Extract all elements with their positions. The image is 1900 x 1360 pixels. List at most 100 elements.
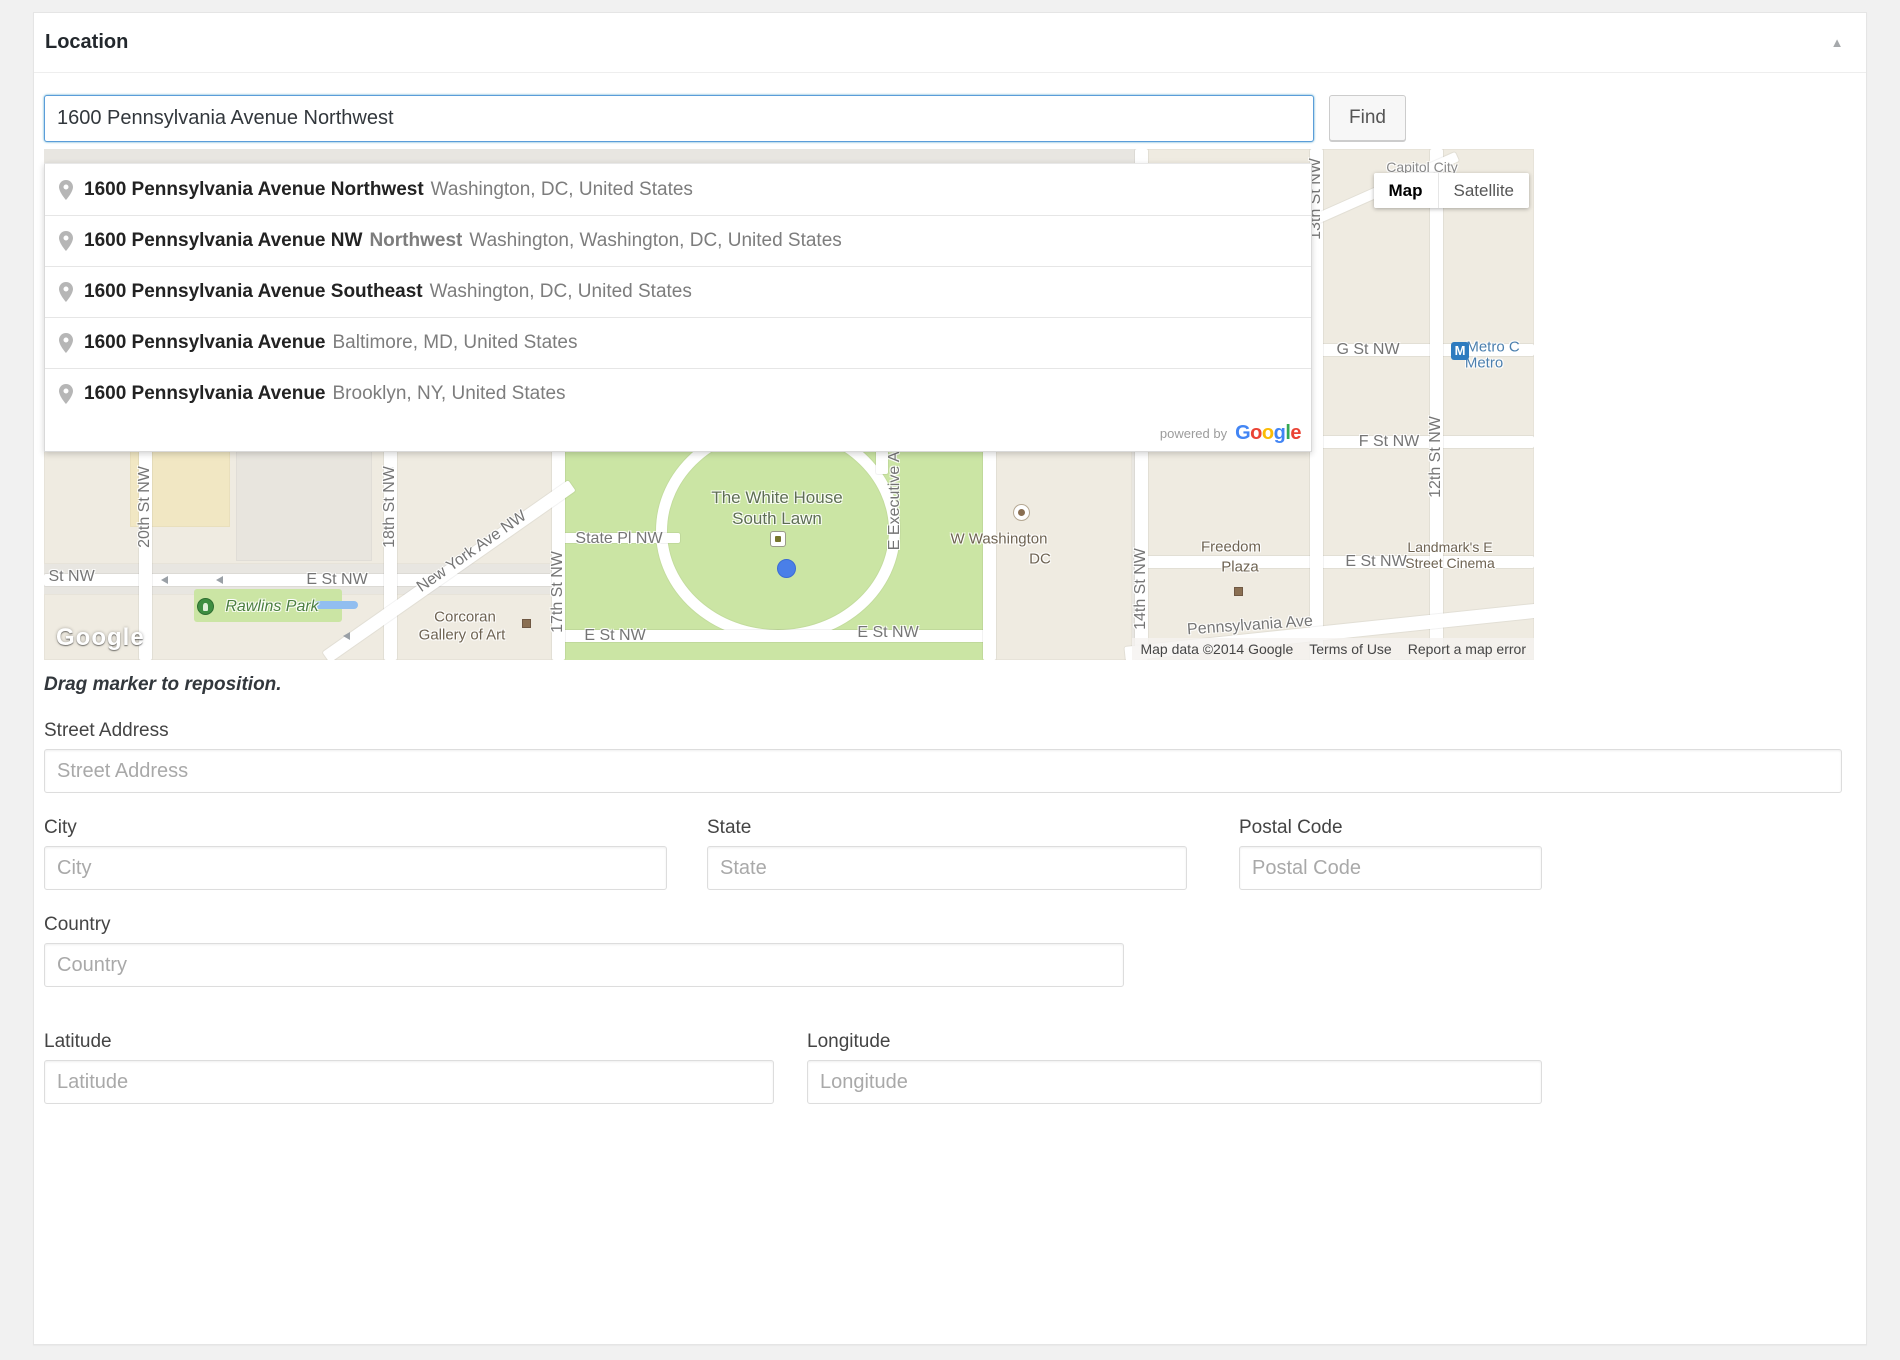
poi-label: W Washington xyxy=(951,531,1048,548)
street-label: E St NW xyxy=(857,624,918,642)
street-label: 20th St NW xyxy=(136,466,154,548)
state-label: State xyxy=(707,817,1187,839)
postal-code-input[interactable] xyxy=(1239,846,1542,890)
poi-label: Street Cinema xyxy=(1405,555,1494,571)
suggestion-item[interactable]: 1600 Pennsylvania Avenue Baltimore, MD, … xyxy=(45,317,1311,368)
transit-label: Metro C xyxy=(1466,339,1519,356)
street-label: 14th St NW xyxy=(1132,548,1150,630)
map-copyright: Map data ©2014 Google xyxy=(1140,641,1293,657)
longitude-field: Longitude xyxy=(807,987,1542,1104)
city-label: City xyxy=(44,817,667,839)
map-pin-icon xyxy=(59,231,73,251)
city-block xyxy=(236,451,372,561)
map-pin-icon xyxy=(59,384,73,404)
street-label: F St NW xyxy=(1359,433,1419,451)
poi-label: Plaza xyxy=(1221,559,1259,576)
road xyxy=(44,574,552,586)
street-label: E St NW xyxy=(584,627,645,645)
terms-of-use-link[interactable]: Terms of Use xyxy=(1309,641,1391,657)
country-input[interactable] xyxy=(44,943,1124,987)
park-label: South Lawn xyxy=(732,509,822,529)
street-address-label: Street Address xyxy=(44,720,1842,742)
powered-by-text: powered by xyxy=(1160,426,1227,441)
transit-label: Metro xyxy=(1465,355,1503,372)
street-label: E St NW xyxy=(1345,553,1406,571)
park-label: Rawlins Park xyxy=(225,598,318,616)
latitude-input[interactable] xyxy=(44,1060,774,1104)
state-field: State xyxy=(707,793,1187,890)
google-watermark-logo[interactable]: Google xyxy=(56,624,145,652)
location-marker[interactable] xyxy=(777,559,796,578)
street-label: E St NW xyxy=(306,571,367,589)
state-input[interactable] xyxy=(707,846,1187,890)
page-title: Location xyxy=(45,31,128,54)
road-arrow-icon xyxy=(343,632,350,640)
museum-poi-icon xyxy=(522,619,531,628)
road-arrow-icon xyxy=(216,576,223,584)
suggestion-secondary: Brooklyn, NY, United States xyxy=(333,383,566,405)
pond xyxy=(314,601,358,609)
suggestion-item[interactable]: 1600 Pennsylvania Avenue Brooklyn, NY, U… xyxy=(45,368,1311,419)
map-attribution: Map data ©2014 Google Terms of Use Repor… xyxy=(1132,638,1534,660)
map-type-control: Map Satellite xyxy=(1374,173,1529,208)
street-label: State Pl NW xyxy=(575,530,662,548)
latitude-field: Latitude xyxy=(44,987,774,1104)
poi-label: Freedom xyxy=(1201,539,1261,556)
suggestion-main: 1600 Pennsylvania Avenue NW xyxy=(84,230,362,252)
find-button[interactable]: Find xyxy=(1329,95,1406,141)
powered-by-google: powered by Google xyxy=(45,419,1311,451)
address-search-row: Find xyxy=(44,95,1856,142)
street-address-field: Street Address xyxy=(44,720,1842,793)
street-address-input[interactable] xyxy=(44,749,1842,793)
longitude-input[interactable] xyxy=(807,1060,1542,1104)
postal-code-label: Postal Code xyxy=(1239,817,1542,839)
map-pin-icon xyxy=(59,180,73,200)
collapse-toggle-icon[interactable]: ▲ xyxy=(1822,28,1852,58)
city-input[interactable] xyxy=(44,846,667,890)
longitude-label: Longitude xyxy=(807,1031,1542,1053)
street-label: 12th St NW xyxy=(1427,416,1445,498)
map-type-satellite-button[interactable]: Satellite xyxy=(1438,173,1529,208)
city-field: City xyxy=(44,793,667,890)
suggestion-secondary: Washington, Washington, DC, United State… xyxy=(469,230,841,252)
location-metabox: Location ▲ Find xyxy=(33,12,1867,1345)
suggestion-secondary: Washington, DC, United States xyxy=(431,179,693,201)
suggestion-main: 1600 Pennsylvania Avenue xyxy=(84,332,326,354)
poi-label: Gallery of Art xyxy=(419,627,506,644)
drag-marker-note: Drag marker to reposition. xyxy=(44,674,1856,696)
suggestion-item[interactable]: 1600 Pennsylvania Avenue Northwest Washi… xyxy=(45,164,1311,215)
metabox-header[interactable]: Location ▲ xyxy=(34,13,1866,73)
postal-code-field: Postal Code xyxy=(1239,793,1542,890)
poi-label: DC xyxy=(1029,551,1051,568)
country-label: Country xyxy=(44,914,1124,936)
map-pin-icon xyxy=(59,282,73,302)
suggestion-match: Northwest xyxy=(369,230,462,252)
road xyxy=(1430,149,1443,660)
park-tree-icon xyxy=(197,598,214,615)
white-house-icon xyxy=(770,531,786,547)
suggestion-item[interactable]: 1600 Pennsylvania Avenue Southeast Washi… xyxy=(45,266,1311,317)
suggestion-item[interactable]: 1600 Pennsylvania Avenue NW Northwest Wa… xyxy=(45,215,1311,266)
google-logo: Google xyxy=(1235,422,1301,445)
suggestion-main: 1600 Pennsylvania Avenue Southeast xyxy=(84,281,423,303)
poi-label: Landmark's E xyxy=(1407,539,1492,555)
street-label: 17th St NW xyxy=(549,551,567,633)
park-label: The White House xyxy=(711,488,842,508)
poi-label: Corcoran xyxy=(434,609,496,626)
map-type-map-button[interactable]: Map xyxy=(1374,173,1438,208)
road-arrow-icon xyxy=(161,576,168,584)
suggestion-main: 1600 Pennsylvania Avenue Northwest xyxy=(84,179,424,201)
country-field: Country xyxy=(44,914,1124,987)
street-label: 18th St NW xyxy=(381,466,399,548)
plaza-poi-icon xyxy=(1234,587,1243,596)
suggestion-secondary: Washington, DC, United States xyxy=(430,281,692,303)
street-label: E St NW xyxy=(44,568,95,586)
suggestion-main: 1600 Pennsylvania Avenue xyxy=(84,383,326,405)
street-label: G St NW xyxy=(1336,341,1399,359)
metro-station-icon: M xyxy=(1451,342,1469,360)
address-search-input[interactable] xyxy=(44,95,1314,142)
address-suggestions-dropdown: 1600 Pennsylvania Avenue Northwest Washi… xyxy=(44,163,1312,452)
report-map-error-link[interactable]: Report a map error xyxy=(1408,641,1526,657)
latitude-label: Latitude xyxy=(44,1031,774,1053)
hotel-poi-icon xyxy=(1013,504,1030,521)
